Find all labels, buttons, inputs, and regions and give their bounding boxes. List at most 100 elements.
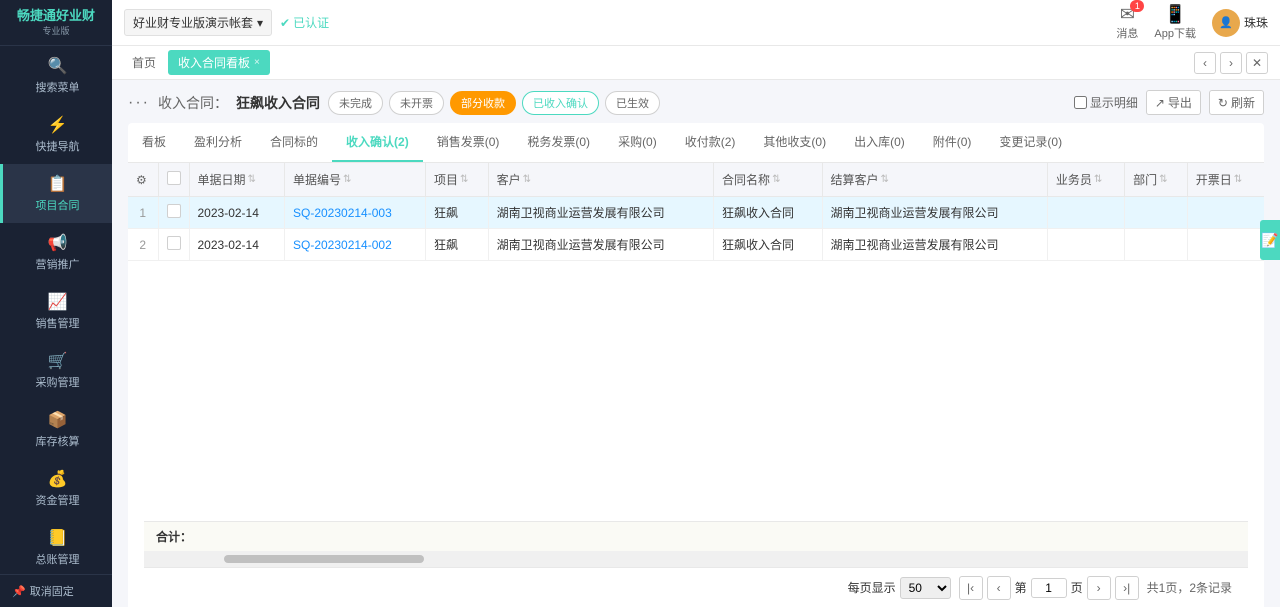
home-tab[interactable]: 首页 <box>124 50 164 75</box>
tab-sales-invoice[interactable]: 销售发票(0) <box>423 123 514 162</box>
show-detail-checkbox-label: 显示明细 <box>1074 94 1138 111</box>
data-table-container: ⚙ 单据日期 ⇅ <box>128 163 1264 607</box>
sidebar-nav: 🔍 搜索菜单 ⚡ 快捷导航 📋 项目合同 📢 营销推广 📈 销售管理 🛒 采购管… <box>0 46 112 574</box>
message-action[interactable]: ✉ 1 消息 <box>1116 4 1138 41</box>
next-page-button[interactable]: › <box>1087 576 1111 600</box>
close-tab-icon[interactable]: × <box>254 57 260 68</box>
th-checkbox[interactable] <box>158 163 189 197</box>
page-label-total: 页 <box>1071 579 1083 596</box>
tab-revenue-confirm[interactable]: 收入确认(2) <box>332 123 423 162</box>
sort-salesman-icon: ⇅ <box>1094 174 1102 185</box>
page-number-input[interactable] <box>1031 578 1067 598</box>
sidebar-bottom-pin[interactable]: 📌 取消固定 <box>0 574 112 607</box>
tab-contract-subject[interactable]: 合同标的 <box>256 123 332 162</box>
row-code-link-2[interactable]: SQ-20230214-002 <box>293 238 392 252</box>
per-page-label: 每页显示 <box>848 579 896 596</box>
tab-purchase[interactable]: 采购(0) <box>604 123 671 162</box>
sidebar-item-marketing[interactable]: 📢 营销推广 <box>0 223 112 282</box>
footer-total-label: 合计： <box>156 528 192 545</box>
horizontal-scrollbar[interactable] <box>144 551 1248 567</box>
row-check-icon-2[interactable] <box>167 236 181 250</box>
th-invoice-date-sort[interactable]: 开票日 ⇅ <box>1196 171 1256 188</box>
settings-icon[interactable]: ⚙ <box>136 173 147 187</box>
row-checkbox-1[interactable] <box>158 197 189 229</box>
more-options-button[interactable]: ··· <box>128 94 150 112</box>
status-effective-button[interactable]: 已生效 <box>605 91 660 115</box>
per-page-select[interactable]: 50 20 100 <box>900 577 951 599</box>
quick-note-button[interactable]: 📝 <box>1260 220 1280 260</box>
sort-settle-icon: ⇅ <box>881 174 889 185</box>
sidebar-item-quicknav[interactable]: ⚡ 快捷导航 <box>0 105 112 164</box>
tab-stock[interactable]: 出入库(0) <box>840 123 919 162</box>
row-num-1: 1 <box>128 197 158 229</box>
user-menu[interactable]: 👤 珠珠 <box>1212 9 1268 37</box>
tab-kanban[interactable]: 看板 <box>128 123 180 162</box>
row-code-1[interactable]: SQ-20230214-003 <box>285 197 426 229</box>
status-confirmed-button[interactable]: 已收入确认 <box>522 91 599 115</box>
tab-tax-invoice[interactable]: 税务发票(0) <box>513 123 604 162</box>
last-page-button[interactable]: ›| <box>1115 576 1139 600</box>
th-contract-sort[interactable]: 合同名称 ⇅ <box>722 171 813 188</box>
sidebar-item-purchase[interactable]: 🛒 采购管理 <box>0 341 112 400</box>
row-settle-1: 湖南卫视商业运营发展有限公司 <box>822 197 1047 229</box>
scroll-thumb[interactable] <box>224 555 424 563</box>
download-icon: 📱 <box>1164 4 1186 25</box>
row-code-2[interactable]: SQ-20230214-002 <box>285 229 426 261</box>
header-checkbox[interactable] <box>167 171 181 185</box>
avatar: 👤 <box>1212 9 1240 37</box>
row-checkbox-2[interactable] <box>158 229 189 261</box>
th-project-sort[interactable]: 项目 ⇅ <box>434 171 480 188</box>
search-menu-icon: 🔍 <box>48 56 68 76</box>
tab-other-income[interactable]: 其他收支(0) <box>749 123 840 162</box>
sidebar-item-funds[interactable]: 💰 资金管理 <box>0 459 112 518</box>
row-code-link-1[interactable]: SQ-20230214-003 <box>293 206 392 220</box>
sidebar-item-project[interactable]: 📋 项目合同 <box>0 164 112 223</box>
th-code-sort[interactable]: 单据编号 ⇅ <box>293 171 417 188</box>
side-quick-actions: 📝 <box>1260 220 1280 262</box>
tab-profit[interactable]: 盈利分析 <box>180 123 256 162</box>
app-download-action[interactable]: 📱 App下载 <box>1154 4 1196 41</box>
row-project-1: 狂飙 <box>426 197 489 229</box>
th-salesman-label: 业务员 <box>1056 171 1092 188</box>
topbar: 好业财专业版演示帐套 ▾ ✔ 已认证 ✉ 1 消息 📱 App下载 👤 <box>112 0 1280 46</box>
export-icon: ↗ <box>1155 96 1165 110</box>
tab-payment[interactable]: 收付款(2) <box>671 123 750 162</box>
contract-header: ··· 收入合同： 狂飙收入合同 未完成 未开票 部分收款 已收入确认 已生效 … <box>112 80 1280 115</box>
th-settings[interactable]: ⚙ <box>128 163 158 197</box>
show-detail-label: 显示明细 <box>1090 94 1138 111</box>
tab-change-log[interactable]: 变更记录(0) <box>985 123 1076 162</box>
tab-attachments[interactable]: 附件(0) <box>919 123 986 162</box>
company-selector[interactable]: 好业财专业版演示帐套 ▾ <box>124 9 272 36</box>
status-incomplete-button[interactable]: 未完成 <box>328 91 383 115</box>
th-date-sort[interactable]: 单据日期 ⇅ <box>198 171 277 188</box>
table-row[interactable]: 2 2023-02-14 SQ-20230214-002 狂飙 湖南卫视商业运营… <box>128 229 1264 261</box>
tab-next-button[interactable]: › <box>1220 52 1242 74</box>
status-partial-button[interactable]: 部分收款 <box>450 91 516 115</box>
refresh-icon: ↻ <box>1218 96 1228 110</box>
marketing-icon: 📢 <box>48 233 68 253</box>
row-check-icon-1[interactable] <box>167 204 181 218</box>
tab-close-button[interactable]: ✕ <box>1246 52 1268 74</box>
prev-page-button[interactable]: ‹ <box>987 576 1011 600</box>
th-customer-sort[interactable]: 客户 ⇅ <box>497 171 705 188</box>
tab-prev-button[interactable]: ‹ <box>1194 52 1216 74</box>
contract-tab-label: 收入合同看板 <box>178 54 250 71</box>
th-project: 项目 ⇅ <box>426 163 489 197</box>
th-customer: 客户 ⇅ <box>488 163 713 197</box>
page-navigator: |‹ ‹ 第 页 › ›| <box>959 576 1139 600</box>
th-dept-sort[interactable]: 部门 ⇅ <box>1133 171 1179 188</box>
sidebar-item-search[interactable]: 🔍 搜索菜单 <box>0 46 112 105</box>
sidebar-item-sales[interactable]: 📈 销售管理 <box>0 282 112 341</box>
status-uninvoiced-button[interactable]: 未开票 <box>389 91 444 115</box>
refresh-button[interactable]: ↻ 刷新 <box>1209 90 1264 115</box>
th-settle-sort[interactable]: 结算客户 ⇅ <box>831 171 1039 188</box>
sidebar-item-ledger[interactable]: 📒 总账管理 <box>0 518 112 574</box>
first-page-button[interactable]: |‹ <box>959 576 983 600</box>
th-salesman-sort[interactable]: 业务员 ⇅ <box>1056 171 1116 188</box>
sidebar-item-inventory[interactable]: 📦 库存核算 <box>0 400 112 459</box>
export-button[interactable]: ↗ 导出 <box>1146 90 1201 115</box>
contract-tab[interactable]: 收入合同看板 × <box>168 50 270 75</box>
table-row[interactable]: 1 2023-02-14 SQ-20230214-003 狂飙 湖南卫视商业运营… <box>128 197 1264 229</box>
th-customer-label: 客户 <box>497 171 521 188</box>
show-detail-checkbox[interactable] <box>1074 96 1087 109</box>
